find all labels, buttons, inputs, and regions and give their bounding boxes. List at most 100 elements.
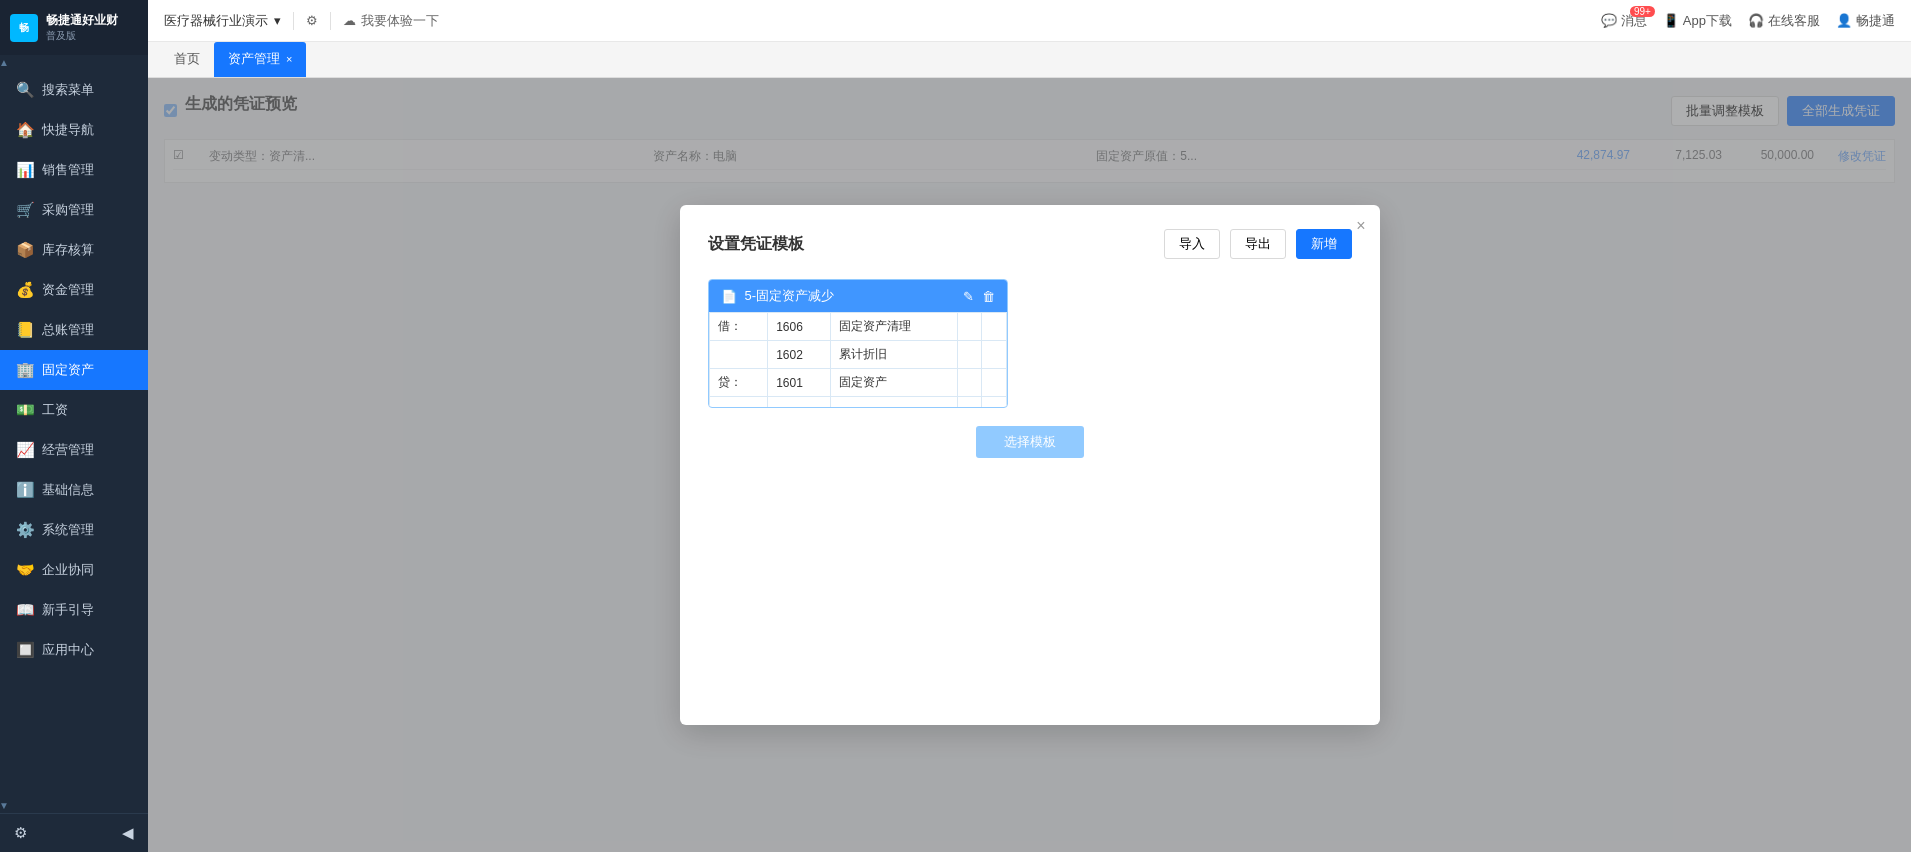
tab-close-icon[interactable]: × (286, 53, 292, 65)
message-badge: 99+ (1630, 6, 1655, 17)
gear-icon: ⚙ (306, 13, 318, 28)
template-card: 📄 5-固定资产减少 ✎ 🗑 借： 1606 (708, 279, 1008, 408)
sidebar-item-label: 应用中心 (42, 641, 94, 659)
company-selector[interactable]: 医疗器械行业演示 ▾ (164, 12, 281, 30)
assets-icon: 🏢 (16, 361, 34, 379)
sidebar-item-label: 企业协同 (42, 561, 94, 579)
direction-cell (709, 341, 768, 369)
home-icon: 🏠 (16, 121, 34, 139)
tab-home[interactable]: 首页 (160, 42, 214, 77)
sidebar-item-label: 库存核算 (42, 241, 94, 259)
download-icon: 📱 (1663, 13, 1679, 28)
account-code-cell: 1606 (768, 313, 830, 341)
template-card-header: 📄 5-固定资产减少 ✎ 🗑 (709, 280, 1007, 312)
system-icon: ⚙️ (16, 521, 34, 539)
sidebar-item-basic[interactable]: ℹ️ 基础信息 (0, 470, 148, 510)
sidebar-item-label: 资金管理 (42, 281, 94, 299)
sidebar: 畅 畅捷通好业财 普及版 ▲ 🔍 搜索菜单 🏠 快捷导航 📊 销售管理 🛒 采购… (0, 0, 148, 852)
message-btn[interactable]: 💬 消息 99+ (1601, 12, 1647, 30)
export-btn[interactable]: 导出 (1230, 229, 1286, 259)
app-logo: 畅 (10, 14, 38, 42)
user-icon: 👤 (1836, 13, 1852, 28)
payroll-icon: 💵 (16, 401, 34, 419)
sidebar-item-label: 快捷导航 (42, 121, 94, 139)
sidebar-scroll-up[interactable]: ▲ (0, 55, 8, 70)
settings-gear[interactable]: ⚙ (306, 13, 318, 28)
sidebar-scroll-down[interactable]: ▼ (0, 798, 8, 813)
sidebar-item-inventory[interactable]: 📦 库存核算 (0, 230, 148, 270)
sidebar-item-enterprise[interactable]: 🤝 企业协同 (0, 550, 148, 590)
sidebar-item-label: 工资 (42, 401, 68, 419)
user-btn[interactable]: 👤 畅捷通 (1836, 12, 1895, 30)
inventory-icon: 📦 (16, 241, 34, 259)
top-navbar: 医疗器械行业演示 ▾ ⚙ ☁ 我要体验一下 💬 消息 99+ 📱 App下载 🎧… (148, 0, 1911, 42)
sidebar-item-system[interactable]: ⚙️ 系统管理 (0, 510, 148, 550)
sidebar-item-quicknav[interactable]: 🏠 快捷导航 (0, 110, 148, 150)
tab-assets[interactable]: 资产管理 × (214, 42, 306, 77)
sidebar-item-label: 系统管理 (42, 521, 94, 539)
sidebar-item-capital[interactable]: 💰 资金管理 (0, 270, 148, 310)
app-subtitle: 普及版 (46, 29, 118, 43)
content-area: 生成的凭证预览 批量调整模板 全部生成凭证 ☑ 变动类型：资产清... 资产名称… (148, 78, 1911, 852)
account-name-cell: 累计折旧 (830, 341, 957, 369)
service-label: 在线客服 (1768, 12, 1820, 30)
purchase-icon: 🛒 (16, 201, 34, 219)
nav-divider2 (330, 12, 331, 30)
sidebar-item-sales[interactable]: 📊 销售管理 (0, 150, 148, 190)
template-card-label: 5-固定资产减少 (745, 287, 835, 305)
basic-icon: ℹ️ (16, 481, 34, 499)
credit-cell (982, 369, 1006, 397)
template-delete-icon[interactable]: 🗑 (982, 289, 995, 304)
download-btn[interactable]: 📱 App下载 (1663, 12, 1732, 30)
sidebar-item-label: 固定资产 (42, 361, 94, 379)
ledger-icon: 📒 (16, 321, 34, 339)
sidebar-item-appcenter[interactable]: 🔲 应用中心 (0, 630, 148, 670)
experience-btn[interactable]: ☁ 我要体验一下 (343, 12, 439, 30)
download-label: App下载 (1683, 12, 1732, 30)
sidebar-item-assets[interactable]: 🏢 固定资产 (0, 350, 148, 390)
table-row: 贷： 1601 固定资产 (709, 369, 1006, 397)
enterprise-icon: 🤝 (16, 561, 34, 579)
import-btn[interactable]: 导入 (1164, 229, 1220, 259)
sidebar-item-label: 基础信息 (42, 481, 94, 499)
modal-header-buttons: 导入 导出 新增 (1164, 229, 1352, 259)
cloud-icon: ☁ (343, 13, 356, 28)
settings-bottom-icon[interactable]: ⚙ (14, 824, 27, 842)
nav-divider (293, 12, 294, 30)
template-edit-icon[interactable]: ✎ (963, 289, 974, 304)
select-template-btn[interactable]: 选择模板 (976, 426, 1084, 458)
sidebar-item-label: 销售管理 (42, 161, 94, 179)
credit-cell (982, 313, 1006, 341)
sidebar-bottom: ⚙ ◀ (0, 813, 148, 852)
modal-close-btn[interactable]: × (1356, 217, 1365, 235)
sidebar-item-ledger[interactable]: 📒 总账管理 (0, 310, 148, 350)
experience-label: 我要体验一下 (361, 12, 439, 30)
app-title: 畅捷通好业财 (46, 12, 118, 29)
debit-cell (957, 397, 981, 408)
sidebar-item-guide[interactable]: 📖 新手引导 (0, 590, 148, 630)
tab-assets-label: 资产管理 (228, 50, 280, 68)
collapse-icon[interactable]: ◀ (122, 824, 134, 842)
credit-cell (982, 397, 1006, 408)
sidebar-item-label: 经营管理 (42, 441, 94, 459)
sidebar-item-payroll[interactable]: 💵 工资 (0, 390, 148, 430)
capital-icon: 💰 (16, 281, 34, 299)
debit-cell (957, 369, 981, 397)
sidebar-item-purchase[interactable]: 🛒 采购管理 (0, 190, 148, 230)
sidebar-nav: 🔍 搜索菜单 🏠 快捷导航 📊 销售管理 🛒 采购管理 📦 库存核算 💰 资金管… (0, 70, 148, 798)
debit-cell (957, 341, 981, 369)
sidebar-item-search[interactable]: 🔍 搜索菜单 (0, 70, 148, 110)
appcenter-icon: 🔲 (16, 641, 34, 659)
service-btn[interactable]: 🎧 在线客服 (1748, 12, 1820, 30)
sidebar-item-label: 总账管理 (42, 321, 94, 339)
direction-cell: 借： (709, 313, 768, 341)
account-name-cell: 固定资产清理 (830, 313, 957, 341)
company-name: 医疗器械行业演示 (164, 12, 268, 30)
direction-cell (709, 397, 768, 408)
new-btn[interactable]: 新增 (1296, 229, 1352, 259)
account-code-cell (768, 397, 830, 408)
sidebar-item-operations[interactable]: 📈 经营管理 (0, 430, 148, 470)
direction-cell: 贷： (709, 369, 768, 397)
sidebar-item-label: 新手引导 (42, 601, 94, 619)
template-table: 借： 1606 固定资产清理 1602 累计折旧 (709, 312, 1007, 407)
